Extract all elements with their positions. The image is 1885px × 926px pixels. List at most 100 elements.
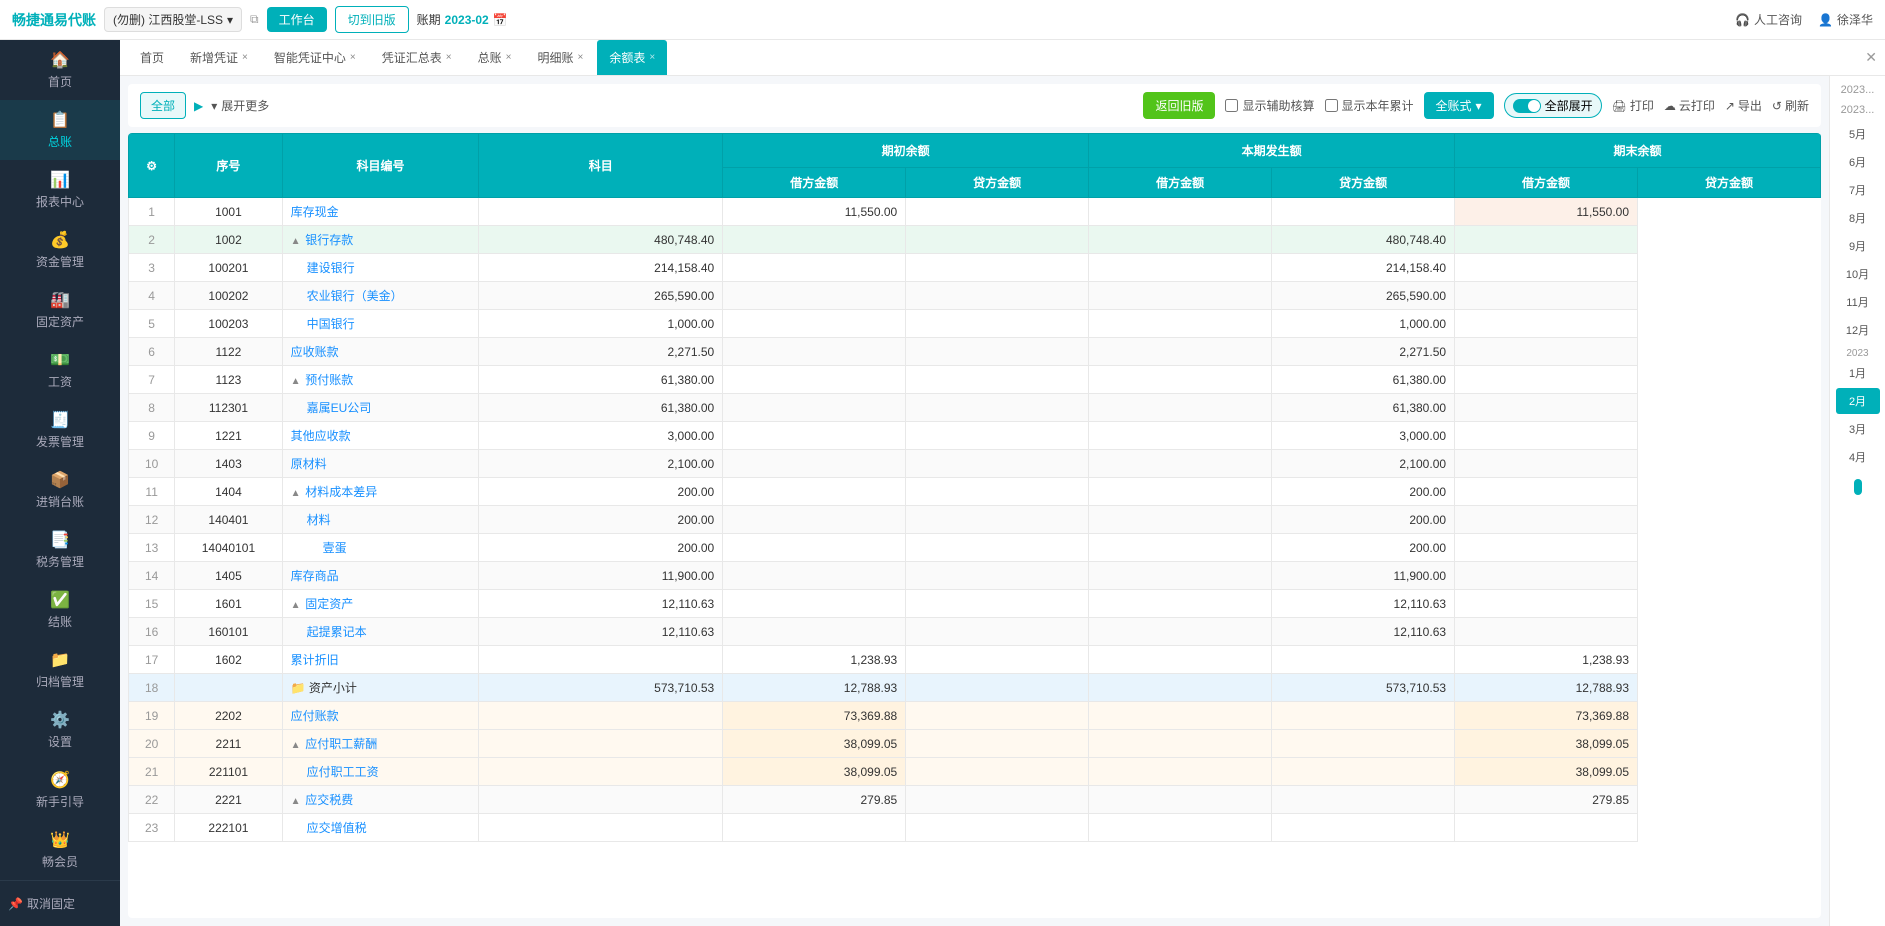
subject-link[interactable]: 应交增值税 (307, 821, 367, 835)
unpin-button[interactable]: 📌 取消固定 (0, 889, 120, 918)
row-subject[interactable]: 壹蛋 (282, 534, 479, 562)
print-button[interactable]: 🖨 打印 (1612, 97, 1654, 114)
workbench-button[interactable]: 工作台 (267, 7, 327, 32)
cloud-print-button[interactable]: ☁ 云打印 (1664, 97, 1715, 114)
row-subject[interactable]: 农业银行（美金） (282, 282, 479, 310)
tab-general-ledger-close[interactable]: × (506, 52, 512, 63)
expand-icon[interactable]: ▲ (291, 236, 304, 247)
row-subject[interactable]: 嘉属EU公司 (282, 394, 479, 422)
month-1[interactable]: 1月 (1836, 360, 1880, 386)
month-6[interactable]: 6月 (1836, 149, 1880, 175)
subject-link[interactable]: 材料 (307, 513, 331, 527)
sidebar-item-invoice[interactable]: 🧾 发票管理 (0, 400, 120, 460)
month-8[interactable]: 8月 (1836, 205, 1880, 231)
tab-home[interactable]: 首页 (128, 40, 176, 75)
calendar-icon[interactable]: 📅 (493, 13, 508, 27)
sidebar-item-payroll[interactable]: 💵 工资 (0, 340, 120, 400)
expand-icon[interactable]: ▲ (291, 796, 304, 807)
month-5[interactable]: 5月 (1836, 121, 1880, 147)
row-subject[interactable]: 起提累记本 (282, 618, 479, 646)
subject-link[interactable]: 原材料 (291, 457, 327, 471)
tab-general-ledger[interactable]: 总账 × (466, 40, 524, 75)
tab-detail-ledger[interactable]: 明细账 × (525, 40, 595, 75)
tab-voucher-summary[interactable]: 凭证汇总表 × (370, 40, 464, 75)
row-subject[interactable]: ▲ 应付职工薪酬 (282, 730, 479, 758)
annual-checkbox-input[interactable] (1325, 99, 1338, 112)
month-11[interactable]: 11月 (1836, 289, 1880, 315)
tab-bar-close-button[interactable]: ✕ (1865, 49, 1877, 66)
row-subject[interactable]: 库存现金 (282, 198, 479, 226)
row-subject[interactable]: 📁 资产小计 (282, 674, 479, 702)
switch-version-button[interactable]: 切到旧版 (335, 6, 409, 33)
row-subject[interactable]: 原材料 (282, 450, 479, 478)
subject-link[interactable]: 库存商品 (291, 569, 339, 583)
expand-icon[interactable]: ▲ (291, 740, 304, 751)
refresh-button[interactable]: ↺ 刷新 (1772, 97, 1809, 114)
subject-link[interactable]: 库存现金 (291, 205, 339, 219)
row-subject[interactable]: 中国银行 (282, 310, 479, 338)
row-subject[interactable]: 应收账款 (282, 338, 479, 366)
subject-link[interactable]: 嘉属EU公司 (307, 401, 372, 415)
subject-link[interactable]: 其他应收款 (291, 429, 351, 443)
sidebar-item-home[interactable]: 🏠 首页 (0, 40, 120, 100)
sidebar-item-reports[interactable]: 📊 报表中心 (0, 160, 120, 220)
tab-smart-voucher-close[interactable]: × (350, 52, 356, 63)
row-subject[interactable]: 应付账款 (282, 702, 479, 730)
subject-link[interactable]: 应付账款 (291, 709, 339, 723)
sidebar-item-guide[interactable]: 🧭 新手引导 (0, 760, 120, 820)
filter-arrow-icon[interactable]: ▶ (194, 99, 203, 113)
copy-icon[interactable]: ⧉ (250, 12, 259, 27)
expand-all-toggle[interactable]: 全部展开 (1504, 93, 1602, 118)
tab-balance[interactable]: 余额表 × (597, 40, 667, 75)
sidebar-item-archive[interactable]: 📁 归档管理 (0, 640, 120, 700)
sidebar-item-closing[interactable]: ✅ 结账 (0, 580, 120, 640)
subject-link[interactable]: 应付职工薪酬 (305, 737, 377, 751)
row-subject[interactable]: 材料 (282, 506, 479, 534)
month-7[interactable]: 7月 (1836, 177, 1880, 203)
tab-voucher-summary-close[interactable]: × (446, 52, 452, 63)
sidebar-item-member[interactable]: 👑 畅会员 (0, 820, 120, 880)
row-subject[interactable]: 应付职工工资 (282, 758, 479, 786)
expand-icon[interactable]: ▲ (291, 600, 304, 611)
company-selector[interactable]: (勿删) 江西股堂-LSS ▾ (104, 7, 242, 32)
month-4[interactable]: 4月 (1836, 444, 1880, 470)
expand-more-button[interactable]: ▾ 展开更多 (211, 97, 269, 114)
subject-link[interactable]: 材料成本差异 (305, 485, 377, 499)
row-subject[interactable]: 库存商品 (282, 562, 479, 590)
balance-table-wrapper[interactable]: ⚙ 序号 科目编号 科目 期初余额 本期发生额 期末余额 借方金额 贷方金额 (128, 133, 1821, 918)
sidebar-item-funds[interactable]: 💰 资金管理 (0, 220, 120, 280)
scroll-indicator[interactable] (1854, 479, 1862, 495)
sidebar-item-tax[interactable]: 📑 税务管理 (0, 520, 120, 580)
row-subject[interactable]: 建设银行 (282, 254, 479, 282)
sidebar-item-purchase-sales[interactable]: 📦 进销台账 (0, 460, 120, 520)
month-9[interactable]: 9月 (1836, 233, 1880, 259)
row-subject[interactable]: ▲ 预付账款 (282, 366, 479, 394)
row-subject[interactable]: ▲ 银行存款 (282, 226, 479, 254)
row-subject[interactable]: 应交增值税 (282, 814, 479, 842)
subject-link[interactable]: 累计折旧 (291, 653, 339, 667)
settings-header[interactable]: ⚙ (129, 134, 175, 198)
tab-new-voucher[interactable]: 新增凭证 × (178, 40, 260, 75)
format-button[interactable]: 全账式 ▾ (1424, 92, 1494, 119)
tab-smart-voucher[interactable]: 智能凭证中心 × (262, 40, 368, 75)
sidebar-item-assets[interactable]: 🏭 固定资产 (0, 280, 120, 340)
filter-all-button[interactable]: 全部 (140, 92, 186, 119)
row-subject[interactable]: ▲ 材料成本差异 (282, 478, 479, 506)
return-old-version-button[interactable]: 返回旧版 (1143, 92, 1215, 119)
row-subject[interactable]: 其他应收款 (282, 422, 479, 450)
subject-link[interactable]: 建设银行 (307, 261, 355, 275)
export-button[interactable]: ↗ 导出 (1725, 97, 1762, 114)
row-subject[interactable]: ▲ 固定资产 (282, 590, 479, 618)
expand-icon[interactable]: ▲ (291, 376, 304, 387)
show-auxiliary-checkbox[interactable]: 显示辅助核算 (1225, 97, 1314, 114)
subject-link[interactable]: 应收账款 (291, 345, 339, 359)
auxiliary-checkbox-input[interactable] (1225, 99, 1238, 112)
ai-consult-button[interactable]: 🎧 人工咨询 (1735, 11, 1802, 28)
sidebar-item-settings[interactable]: ⚙️ 设置 (0, 700, 120, 760)
tab-balance-close[interactable]: × (649, 52, 655, 63)
tab-new-voucher-close[interactable]: × (242, 52, 248, 63)
show-annual-checkbox[interactable]: 显示本年累计 (1325, 97, 1414, 114)
row-subject[interactable]: ▲ 应交税费 (282, 786, 479, 814)
subject-link[interactable]: 中国银行 (307, 317, 355, 331)
month-2[interactable]: 2月 (1836, 388, 1880, 414)
